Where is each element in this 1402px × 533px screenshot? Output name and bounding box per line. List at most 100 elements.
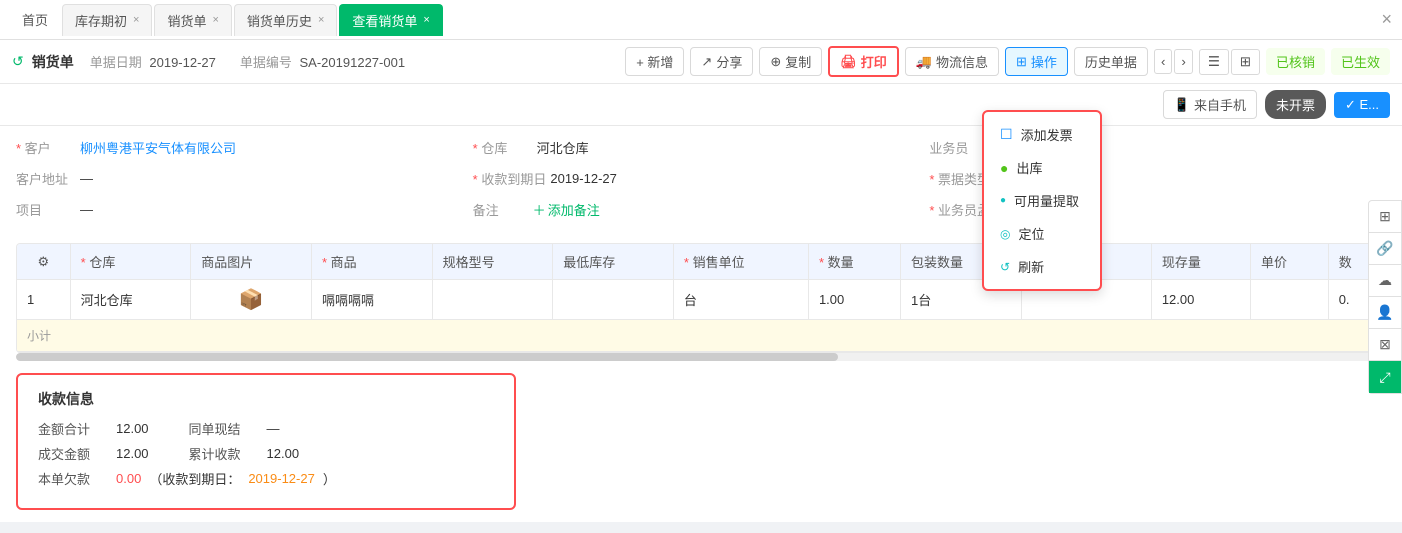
nav-prev[interactable]: ‹	[1154, 49, 1172, 74]
view-toggle: ☰ ⊞	[1199, 49, 1260, 75]
right-tool-user[interactable]: 👤	[1369, 297, 1401, 329]
print-button[interactable]: 🖨 打印	[828, 46, 899, 77]
outbound-icon: ●	[1000, 160, 1008, 176]
warehouse-label: 仓库	[473, 138, 533, 157]
right-tool-cloud[interactable]: ☁	[1369, 265, 1401, 297]
tab-view-sales[interactable]: 查看销货单 ×	[339, 4, 442, 36]
copy-label: 复制	[785, 52, 811, 71]
number-value: SA-20191227-001	[300, 55, 406, 70]
staff-label: 业务员	[929, 138, 989, 157]
tab-sales-order-label: 销货单	[167, 11, 206, 30]
payment-date-label: 收款到期日	[473, 169, 547, 188]
customer-label: 客户	[16, 138, 76, 157]
check-button[interactable]: ✓ E...	[1334, 92, 1390, 118]
table-scroll: ⚙ * 仓库 商品图片 * 商品 规格型号 最低库存 * 销售单位 * 数量 包…	[0, 243, 1402, 353]
header-gear: ⚙	[17, 244, 70, 280]
tab-sales-order-close[interactable]: ×	[212, 14, 218, 26]
logistics-button[interactable]: 🚚 物流信息	[905, 47, 999, 76]
customer-field: 客户 柳州粤港平安气体有限公司	[16, 138, 473, 157]
summary-box: 收款信息 金额合计 12.00 同单现结 — 成交金额 12.00 累计收款 1…	[16, 373, 516, 510]
add-invoice-label: 添加发票	[1021, 125, 1073, 144]
right-tool-grid[interactable]: ⊞	[1369, 201, 1401, 233]
right-tool-tag[interactable]: ⊠	[1369, 329, 1401, 361]
share-icon: ↗	[701, 54, 712, 70]
truck-icon: 🚚	[916, 54, 932, 70]
form-row-3: 项目 — 备注 ＋ 添加备注 业务员孟 —	[16, 200, 1386, 219]
tab-sales-history-label: 销货单历史	[247, 11, 312, 30]
gear-icon[interactable]: ⚙	[37, 254, 49, 269]
print-icon: 🖨	[840, 54, 857, 70]
list-view-button[interactable]: ☰	[1199, 49, 1229, 75]
header-stock: 现存量	[1151, 244, 1250, 280]
add-note-label: 添加备注	[548, 200, 600, 219]
copy-button[interactable]: ⊕ 复制	[759, 47, 822, 76]
print-label: 打印	[861, 52, 887, 71]
right-tool-link[interactable]: 🔗	[1369, 233, 1401, 265]
history-label: 历史单据	[1085, 52, 1137, 71]
form-row-1: 客户 柳州粤港平安气体有限公司 仓库 河北仓库 业务员 演示账号	[16, 138, 1386, 157]
row-model	[432, 280, 553, 320]
add-note-button[interactable]: ＋ 添加备注	[533, 200, 600, 219]
nav-next[interactable]: ›	[1174, 49, 1192, 74]
dropdown-refresh[interactable]: ↺ 刷新	[984, 250, 1100, 283]
operate-button[interactable]: ⊞ 操作	[1005, 47, 1068, 76]
right-tool-expand[interactable]: ⤢	[1369, 361, 1401, 393]
not-open-button[interactable]: 未开票	[1265, 90, 1326, 119]
table-header-row: ⚙ * 仓库 商品图片 * 商品 规格型号 最低库存 * 销售单位 * 数量 包…	[17, 244, 1385, 280]
date-value: 2019-12-27	[149, 55, 216, 70]
operate-icon: ⊞	[1016, 54, 1027, 70]
operate-dropdown: ☐ 添加发票 ● 出库 ● 可用量提取 ◎ 定位 ↺ 刷新	[982, 110, 1102, 291]
form-row-2: 客户地址 — 收款到期日 2019-12-27 票据类型 不开票	[16, 169, 1386, 188]
locate-icon: ◎	[1000, 227, 1010, 241]
project-value: —	[80, 202, 93, 217]
tab-inventory-close[interactable]: ×	[133, 14, 139, 26]
customer-value[interactable]: 柳州粤港平安气体有限公司	[80, 138, 236, 157]
grid-view-button[interactable]: ⊞	[1231, 49, 1260, 75]
total-label: 金额合计	[38, 419, 108, 438]
due-item: 本单欠款 0.00 （收款到期日： 2019-12-27 ）	[38, 469, 336, 488]
ticket-type-label: 票据类型	[929, 169, 990, 188]
date-label: 单据日期	[90, 55, 142, 70]
tab-sales-order[interactable]: 销货单 ×	[154, 4, 231, 36]
form-area: 客户 柳州粤港平安气体有限公司 仓库 河北仓库 业务员 演示账号 客户地址 — …	[0, 126, 1402, 243]
tab-home[interactable]: 首页	[10, 4, 60, 36]
logistics-label: 物流信息	[936, 52, 988, 71]
table-row: 1 河北仓库 📦 嗝嗝嗝嗝 台 1.00 1台 12.00 0.	[17, 280, 1385, 320]
address-label: 客户地址	[16, 169, 76, 188]
row-num: 1	[17, 280, 70, 320]
transaction-item: 成交金额 12.00	[38, 444, 149, 463]
operate-label: 操作	[1031, 52, 1057, 71]
tab-sales-history-close[interactable]: ×	[318, 14, 324, 26]
available-qty-icon: ●	[1000, 195, 1006, 206]
dropdown-locate[interactable]: ◎ 定位	[984, 217, 1100, 250]
same-order-item: 同单现结 —	[189, 419, 280, 438]
from-phone-button[interactable]: 📱 来自手机	[1163, 90, 1257, 119]
share-button[interactable]: ↗ 分享	[690, 47, 753, 76]
dropdown-outbound[interactable]: ● 出库	[984, 151, 1100, 184]
header-unit: * 销售单位	[673, 244, 808, 280]
tab-bar-close-button[interactable]: ×	[1381, 9, 1392, 30]
phone-icon: 📱	[1174, 97, 1190, 113]
warehouse-value: 河北仓库	[537, 138, 589, 157]
row-min-stock	[553, 280, 674, 320]
main-content: ↺ 销货单 单据日期 2019-12-27 单据编号 SA-20191227-0…	[0, 40, 1402, 522]
header-unit-price: 单价	[1251, 244, 1329, 280]
doc-type-icon: ↺	[12, 53, 24, 70]
tab-view-sales-label: 查看销货单	[352, 11, 417, 30]
tab-sales-history[interactable]: 销货单历史 ×	[234, 4, 337, 36]
tab-view-sales-close[interactable]: ×	[423, 14, 429, 26]
dropdown-available-qty[interactable]: ● 可用量提取	[984, 184, 1100, 217]
row-stock: 12.00	[1151, 280, 1250, 320]
scrollbar-thumb	[16, 353, 838, 361]
toolbar: ↺ 销货单 单据日期 2019-12-27 单据编号 SA-20191227-0…	[0, 40, 1402, 84]
due-date-value: 2019-12-27	[248, 471, 315, 486]
history-button[interactable]: 历史单据	[1074, 47, 1148, 76]
tab-inventory[interactable]: 库存期初 ×	[62, 4, 152, 36]
due-value: 0.00	[116, 471, 141, 486]
due-label: 本单欠款	[38, 469, 108, 488]
horizontal-scrollbar[interactable]	[16, 353, 1386, 361]
nav-arrows: ‹ ›	[1154, 49, 1193, 74]
new-button[interactable]: + 新增	[625, 47, 684, 76]
share-label: 分享	[716, 52, 742, 71]
dropdown-add-invoice[interactable]: ☐ 添加发票	[984, 118, 1100, 151]
